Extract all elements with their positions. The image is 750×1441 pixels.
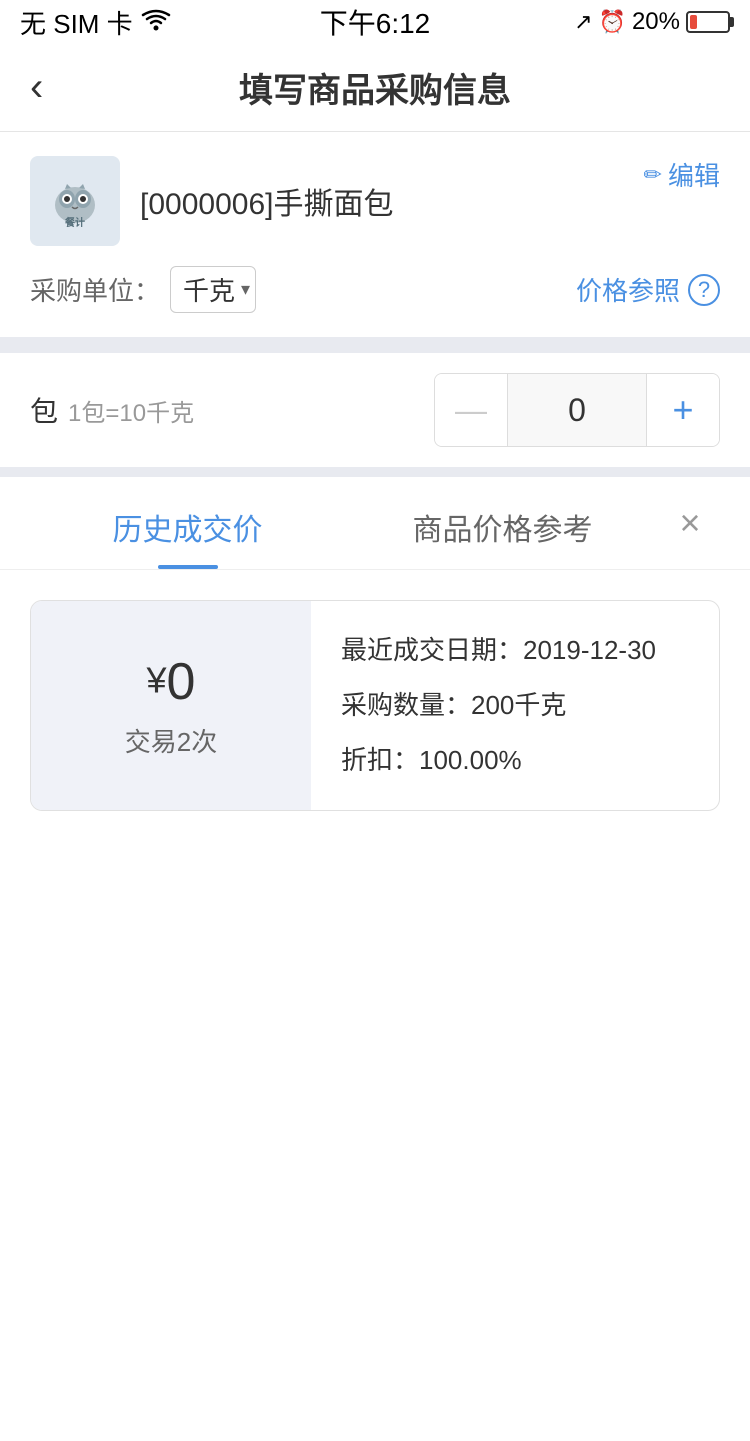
status-bar: 无 SIM 卡 下午6:12 ↗ ⏰ 20% bbox=[0, 0, 750, 44]
unit-select-wrap[interactable]: 千克 bbox=[170, 266, 256, 313]
recent-date-value: 2019-12-30 bbox=[523, 635, 656, 665]
page-title: 填写商品采购信息 bbox=[239, 63, 511, 112]
price-ref-button[interactable]: 价格参照 ? bbox=[576, 271, 720, 308]
price-amount: 0 bbox=[167, 653, 196, 711]
battery-percent: 20% bbox=[632, 8, 680, 36]
product-name: [0000006]手撕面包 bbox=[140, 179, 393, 223]
gps-icon: ↗ bbox=[574, 9, 592, 35]
alarm-icon: ⏰ bbox=[599, 9, 626, 35]
purchase-qty-label: 采购数量： bbox=[341, 690, 471, 720]
purchase-unit: 采购单位： 千克 bbox=[30, 266, 256, 313]
transaction-left: ¥0 交易2次 bbox=[31, 601, 311, 810]
product-header: 餐计 [0000006]手撕面包 ✏ 编辑 bbox=[30, 156, 720, 246]
quantity-input[interactable] bbox=[507, 374, 647, 446]
status-time: 下午6:12 bbox=[320, 2, 431, 42]
section-divider bbox=[0, 337, 750, 353]
status-left: 无 SIM 卡 bbox=[20, 4, 171, 41]
edit-label: 编辑 bbox=[668, 156, 720, 193]
nav-bar: ‹ 填写商品采购信息 bbox=[0, 44, 750, 132]
quantity-control: — + bbox=[434, 373, 720, 447]
quantity-row: 包 1包=10千克 — + bbox=[0, 353, 750, 467]
price-symbol: ¥ bbox=[147, 660, 167, 701]
tabs-close-button[interactable]: × bbox=[660, 493, 720, 553]
tabs-divider bbox=[0, 467, 750, 477]
transaction-area: ¥0 交易2次 最近成交日期：2019-12-30 采购数量：200千克 折扣：… bbox=[0, 570, 750, 841]
transaction-card: ¥0 交易2次 最近成交日期：2019-12-30 采购数量：200千克 折扣：… bbox=[30, 600, 720, 811]
quantity-increase-button[interactable]: + bbox=[647, 374, 719, 446]
tabs-header: 历史成交价 商品价格参考 × bbox=[0, 477, 750, 570]
product-left: 餐计 [0000006]手撕面包 bbox=[30, 156, 393, 246]
purchase-qty-value: 200千克 bbox=[471, 690, 566, 720]
transaction-right: 最近成交日期：2019-12-30 采购数量：200千克 折扣：100.00% bbox=[311, 601, 719, 810]
purchase-unit-label: 采购单位： bbox=[30, 271, 160, 308]
purchase-qty-row: 采购数量：200千克 bbox=[341, 686, 689, 725]
product-card: 餐计 [0000006]手撕面包 ✏ 编辑 采购单位： 千克 价格参照 ? bbox=[0, 132, 750, 337]
trade-count: 交易2次 bbox=[125, 722, 217, 759]
blank-area bbox=[0, 841, 750, 1441]
price-ref-label: 价格参照 bbox=[576, 271, 680, 308]
wifi-icon bbox=[141, 7, 171, 38]
help-icon: ? bbox=[688, 274, 720, 306]
quantity-label: 包 1包=10千克 bbox=[30, 390, 194, 430]
recent-date-row: 最近成交日期：2019-12-30 bbox=[341, 631, 689, 670]
bag-label: 包 bbox=[30, 390, 58, 430]
status-right: ↗ ⏰ 20% bbox=[574, 8, 730, 36]
tab-price-ref[interactable]: 商品价格参考 bbox=[345, 477, 660, 569]
discount-label: 折扣： bbox=[341, 745, 419, 775]
edit-button[interactable]: ✏ 编辑 bbox=[644, 156, 720, 193]
tabs-section: 历史成交价 商品价格参考 × ¥0 交易2次 最近成交日期：2019-12-30… bbox=[0, 477, 750, 1441]
svg-text:餐计: 餐计 bbox=[64, 216, 85, 229]
unit-select[interactable]: 千克 bbox=[170, 266, 256, 313]
product-footer: 采购单位： 千克 价格参照 ? bbox=[30, 266, 720, 313]
edit-icon: ✏ bbox=[644, 162, 662, 188]
discount-value: 100.00% bbox=[419, 745, 522, 775]
discount-row: 折扣：100.00% bbox=[341, 741, 689, 780]
back-button[interactable]: ‹ bbox=[30, 65, 90, 110]
battery-icon bbox=[686, 11, 730, 33]
product-image: 餐计 bbox=[30, 156, 120, 246]
tab-history-price[interactable]: 历史成交价 bbox=[30, 477, 345, 569]
carrier-text: 无 SIM 卡 bbox=[20, 4, 133, 41]
price-display: ¥0 bbox=[147, 652, 196, 712]
unit-conversion: 1包=10千克 bbox=[68, 393, 194, 428]
recent-date-label: 最近成交日期： bbox=[341, 635, 523, 665]
quantity-decrease-button[interactable]: — bbox=[435, 374, 507, 446]
